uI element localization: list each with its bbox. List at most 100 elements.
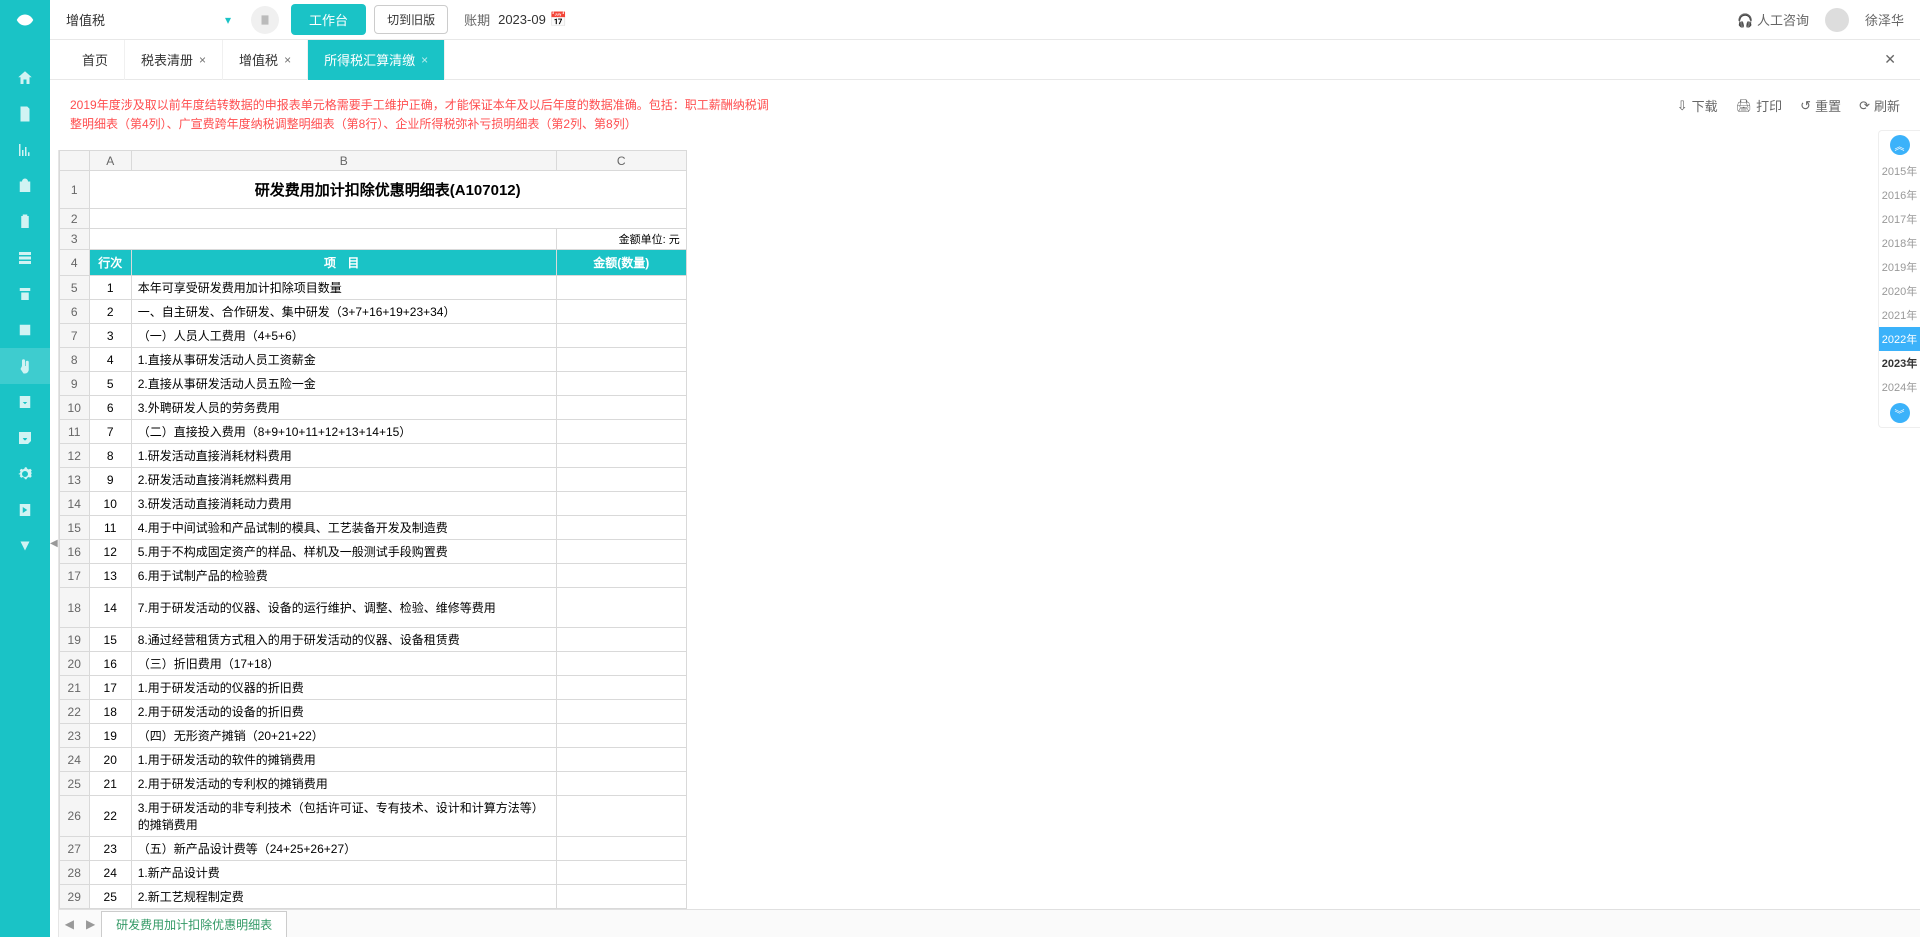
desc-cell[interactable]: （三）折旧费用（17+18）: [131, 652, 556, 676]
row-num-cell[interactable]: 3: [89, 324, 131, 348]
amount-cell[interactable]: [556, 444, 686, 468]
row-num-cell[interactable]: 13: [89, 564, 131, 588]
desc-cell[interactable]: 3.外聘研发人员的劳务费用: [131, 396, 556, 420]
row-num-cell[interactable]: 1: [89, 276, 131, 300]
sheet-tab[interactable]: 研发费用加计扣除优惠明细表: [101, 911, 287, 937]
row-num-cell[interactable]: 23: [89, 837, 131, 861]
tab-close-icon[interactable]: ×: [199, 53, 206, 67]
desc-cell[interactable]: 3.用于研发活动的非专利技术（包括许可证、专有技术、设计和计算方法等）的摊销费用: [131, 796, 556, 837]
nav-home-icon[interactable]: [0, 60, 50, 96]
amount-cell[interactable]: [556, 300, 686, 324]
avatar[interactable]: [1825, 8, 1849, 32]
sheet-hscrollbar[interactable]: [307, 918, 1920, 930]
nav-form-icon[interactable]: [0, 240, 50, 276]
amount-cell[interactable]: [556, 588, 686, 628]
nav-inbox-icon[interactable]: [0, 420, 50, 456]
desc-cell[interactable]: 2.新工艺规程制定费: [131, 885, 556, 909]
print-button[interactable]: 🖨 打印: [1736, 96, 1783, 115]
row-num-cell[interactable]: 19: [89, 724, 131, 748]
round-toggle-button[interactable]: [251, 6, 279, 34]
row-num-cell[interactable]: 20: [89, 748, 131, 772]
year-item[interactable]: 2021年: [1879, 303, 1920, 327]
nav-v-icon[interactable]: [0, 528, 50, 564]
desc-cell[interactable]: 6.用于试制产品的检验费: [131, 564, 556, 588]
desc-cell[interactable]: 4.用于中间试验和产品试制的模具、工艺装备开发及制造费: [131, 516, 556, 540]
tab[interactable]: 税表清册×: [125, 40, 223, 80]
desc-cell[interactable]: 1.用于研发活动的软件的摊销费用: [131, 748, 556, 772]
tax-type-select[interactable]: 增值税 ▾: [66, 10, 231, 29]
amount-cell[interactable]: [556, 420, 686, 444]
amount-cell[interactable]: [556, 772, 686, 796]
nav-hand-icon[interactable]: [0, 348, 50, 384]
year-item[interactable]: 2015年: [1879, 159, 1920, 183]
row-num-cell[interactable]: 16: [89, 652, 131, 676]
amount-cell[interactable]: [556, 324, 686, 348]
amount-cell[interactable]: [556, 564, 686, 588]
desc-cell[interactable]: 7.用于研发活动的仪器、设备的运行维护、调整、检验、维修等费用: [131, 588, 556, 628]
calendar-icon[interactable]: 📅: [550, 11, 567, 28]
desc-cell[interactable]: （五）新产品设计费等（24+25+26+27）: [131, 837, 556, 861]
tab[interactable]: 所得税汇算清缴×: [308, 40, 445, 80]
row-num-cell[interactable]: 21: [89, 772, 131, 796]
worktable-button[interactable]: 工作台: [291, 4, 366, 35]
nav-export-icon[interactable]: [0, 384, 50, 420]
tab[interactable]: 首页: [66, 40, 125, 80]
row-num-cell[interactable]: 22: [89, 796, 131, 837]
amount-cell[interactable]: [556, 468, 686, 492]
year-item[interactable]: 2016年: [1879, 183, 1920, 207]
download-button[interactable]: ⇩ 下载: [1677, 96, 1718, 115]
nav-doc-icon[interactable]: [0, 96, 50, 132]
amount-cell[interactable]: [556, 516, 686, 540]
nav-bag-icon[interactable]: [0, 168, 50, 204]
col-header[interactable]: A: [89, 151, 131, 171]
amount-cell[interactable]: [556, 628, 686, 652]
year-item[interactable]: 2018年: [1879, 231, 1920, 255]
tab-close-icon[interactable]: ×: [421, 53, 428, 67]
amount-cell[interactable]: [556, 861, 686, 885]
desc-cell[interactable]: 2.用于研发活动的设备的折旧费: [131, 700, 556, 724]
consult-link[interactable]: 🎧 人工咨询: [1737, 10, 1809, 29]
desc-cell[interactable]: 8.通过经营租赁方式租入的用于研发活动的仪器、设备租赁费: [131, 628, 556, 652]
row-num-cell[interactable]: 5: [89, 372, 131, 396]
desc-cell[interactable]: 5.用于不构成固定资产的样品、样机及一般测试手段购置费: [131, 540, 556, 564]
header-rownum[interactable]: 行次: [89, 250, 131, 276]
desc-cell[interactable]: 2.用于研发活动的专利权的摊销费用: [131, 772, 556, 796]
year-item[interactable]: 2024年: [1879, 375, 1920, 399]
row-num-cell[interactable]: 11: [89, 516, 131, 540]
header-amount[interactable]: 金额(数量): [556, 250, 686, 276]
year-item[interactable]: 2022年: [1879, 327, 1920, 351]
year-down-button[interactable]: ︾: [1890, 403, 1910, 423]
sheet-prev-button[interactable]: ◀: [59, 917, 80, 931]
amount-cell[interactable]: [556, 540, 686, 564]
period-value[interactable]: 2023-09: [498, 12, 546, 27]
amount-cell[interactable]: [556, 837, 686, 861]
desc-cell[interactable]: 2.研发活动直接消耗燃料费用: [131, 468, 556, 492]
desc-cell[interactable]: （一）人员人工费用（4+5+6）: [131, 324, 556, 348]
collapse-handle[interactable]: ◀: [50, 150, 58, 937]
refresh-button[interactable]: ⟳ 刷新: [1859, 96, 1900, 115]
desc-cell[interactable]: 1.直接从事研发活动人员工资薪金: [131, 348, 556, 372]
reset-button[interactable]: ↺ 重置: [1800, 96, 1841, 115]
amount-cell[interactable]: [556, 396, 686, 420]
desc-cell[interactable]: （四）无形资产摊销（20+21+22）: [131, 724, 556, 748]
amount-cell[interactable]: [556, 676, 686, 700]
amount-cell[interactable]: [556, 796, 686, 837]
desc-cell[interactable]: 一、自主研发、合作研发、集中研发（3+7+16+19+23+34）: [131, 300, 556, 324]
year-item[interactable]: 2019年: [1879, 255, 1920, 279]
row-num-cell[interactable]: 24: [89, 861, 131, 885]
nav-calendar-icon[interactable]: [0, 312, 50, 348]
amount-cell[interactable]: [556, 885, 686, 909]
desc-cell[interactable]: 1.用于研发活动的仪器的折旧费: [131, 676, 556, 700]
row-num-cell[interactable]: 17: [89, 676, 131, 700]
amount-cell[interactable]: [556, 700, 686, 724]
col-header[interactable]: C: [556, 151, 686, 171]
nav-currency-icon[interactable]: [0, 276, 50, 312]
row-num-cell[interactable]: 12: [89, 540, 131, 564]
header-item[interactable]: 项 目: [131, 250, 556, 276]
amount-cell[interactable]: [556, 372, 686, 396]
row-num-cell[interactable]: 7: [89, 420, 131, 444]
row-num-cell[interactable]: 4: [89, 348, 131, 372]
year-item[interactable]: 2017年: [1879, 207, 1920, 231]
amount-cell[interactable]: [556, 492, 686, 516]
year-item[interactable]: 2023年: [1879, 351, 1920, 375]
